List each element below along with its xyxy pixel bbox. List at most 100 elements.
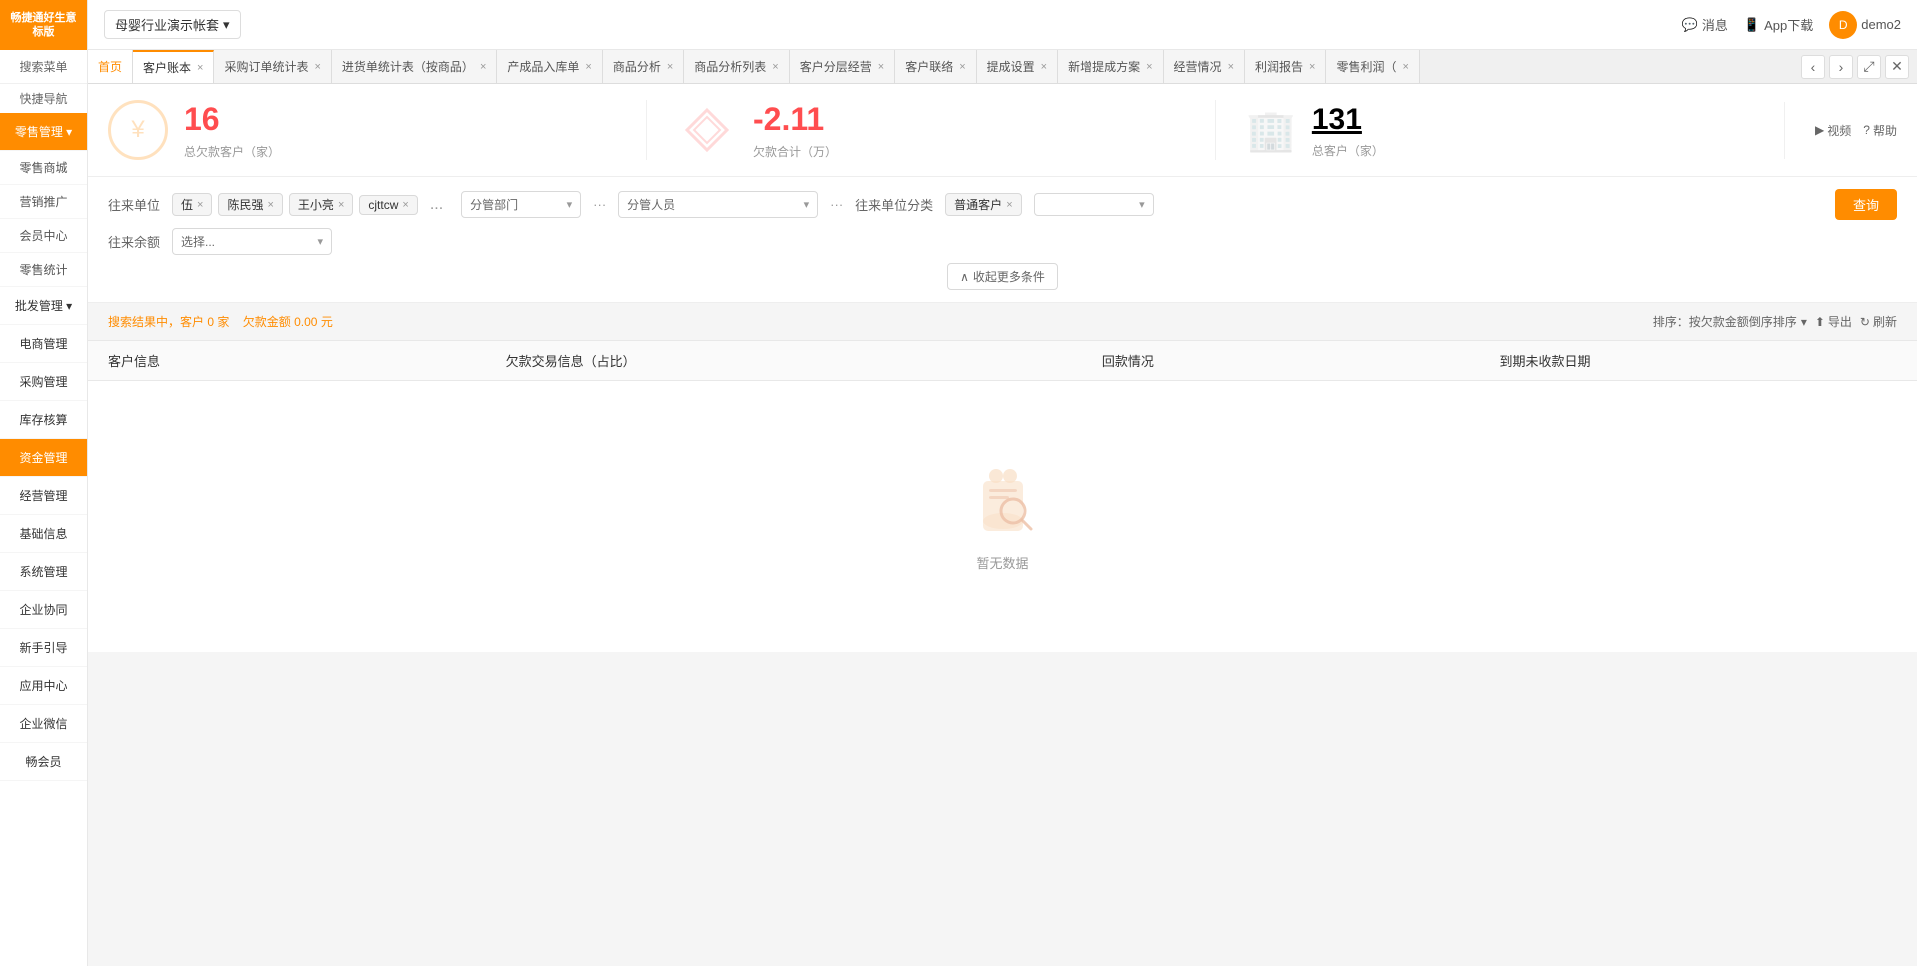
sidebar-item-enterprise-wechat[interactable]: 企业微信 <box>0 705 87 743</box>
table-header: 客户信息 欠款交易信息（占比） 回款情况 到期未收款日期 <box>88 341 1917 381</box>
refresh-icon: ↻ <box>1860 315 1870 329</box>
tab-customer-segment[interactable]: 客户分层经营 × <box>790 50 895 84</box>
close-icon[interactable]: × <box>878 61 884 73</box>
sidebar-item-membership[interactable]: 会员中心 <box>0 219 87 253</box>
tab-close-all[interactable]: ✕ <box>1885 55 1909 79</box>
sidebar-item-enterprise[interactable]: 企业协同 <box>0 591 87 629</box>
tab-customer-contact[interactable]: 客户联络 × <box>895 50 976 84</box>
filter-tags: 伍 × 陈民强 × 王小亮 × cjttcw × ... <box>172 193 449 216</box>
tab-scroll-left[interactable]: ‹ <box>1801 55 1825 79</box>
branch-person-more[interactable]: ··· <box>830 197 843 212</box>
balance-select[interactable]: 选择... ▾ <box>172 228 332 255</box>
tag-remove-normal[interactable]: × <box>1006 199 1012 211</box>
tab-label: 采购订单统计表 <box>224 58 308 75</box>
unit-category-dropdown[interactable]: ▾ <box>1034 193 1154 216</box>
close-icon[interactable]: × <box>959 61 965 73</box>
sidebar-item-retail-stats[interactable]: 零售统计 <box>0 253 87 287</box>
close-icon[interactable]: × <box>667 61 673 73</box>
sidebar-item-finance[interactable]: 资金管理 <box>0 439 87 477</box>
tab-product-analysis[interactable]: 商品分析 × <box>603 50 684 84</box>
close-icon[interactable]: × <box>585 61 591 73</box>
account-name: 母婴行业演示帐套 <box>115 15 219 34</box>
avatar: D <box>1829 11 1857 39</box>
sidebar-item-retail-mall[interactable]: 零售商城 <box>0 151 87 185</box>
sidebar-item-system[interactable]: 系统管理 <box>0 553 87 591</box>
filter-tag-normal-customer[interactable]: 普通客户 × <box>945 193 1021 216</box>
stat-customers: 🏢 131 总客户（家） <box>1246 102 1785 159</box>
sidebar-item-inventory[interactable]: 库存核算 <box>0 401 87 439</box>
close-icon[interactable]: × <box>314 61 320 73</box>
tab-scroll-right[interactable]: › <box>1829 55 1853 79</box>
account-selector[interactable]: 母婴行业演示帐套 ▾ <box>104 10 241 39</box>
collapse-icon: ∧ <box>960 270 969 284</box>
search-result-prefix: 搜索结果中，客户 <box>108 315 204 329</box>
tab-profit-report[interactable]: 利润报告 × <box>1245 50 1326 84</box>
tab-incoming-stats[interactable]: 进货单统计表（按商品） × <box>332 50 497 84</box>
tab-product-analysis-list[interactable]: 商品分析列表 × <box>684 50 789 84</box>
tab-operations-status[interactable]: 经营情况 × <box>1164 50 1245 84</box>
more-tags-btn[interactable]: ... <box>424 194 449 216</box>
tag-remove-chen[interactable]: × <box>267 199 273 211</box>
sidebar-item-member[interactable]: 畅会员 <box>0 743 87 781</box>
filter-tag-cjttcw[interactable]: cjttcw × <box>359 195 417 215</box>
branch-dept-more[interactable]: ··· <box>593 197 606 212</box>
close-icon[interactable]: × <box>1402 61 1408 73</box>
sidebar-item-marketing[interactable]: 营销推广 <box>0 185 87 219</box>
sort-select[interactable]: 排序：按欠款金额倒序排序 ▾ <box>1653 313 1807 330</box>
balance-placeholder: 选择... <box>181 233 215 250</box>
tag-remove-cjttcw[interactable]: × <box>402 199 408 211</box>
chevron-down-icon: ▾ <box>804 198 810 211</box>
tab-new-tips-plan[interactable]: 新增提成方案 × <box>1058 50 1163 84</box>
collapse-btn[interactable]: ∧ 收起更多条件 <box>947 263 1058 290</box>
close-icon[interactable]: × <box>197 62 203 74</box>
tab-label: 产成品入库单 <box>507 58 579 75</box>
stat-debt: -2.11 欠款合计（万） <box>677 100 1216 160</box>
close-icon[interactable]: × <box>480 61 486 73</box>
close-icon[interactable]: × <box>1228 61 1234 73</box>
total-customers-label: 总客户（家） <box>1312 142 1384 159</box>
tab-label: 经营情况 <box>1174 58 1222 75</box>
close-icon[interactable]: × <box>1309 61 1315 73</box>
video-btn[interactable]: ▶ 视频 <box>1815 122 1851 139</box>
sidebar-item-purchase[interactable]: 采购管理 <box>0 363 87 401</box>
refresh-btn[interactable]: ↻ 刷新 <box>1860 313 1897 330</box>
filter-tag-chen[interactable]: 陈民强 × <box>218 193 282 216</box>
sidebar-item-app-center[interactable]: 应用中心 <box>0 667 87 705</box>
help-icon: ? <box>1863 123 1870 137</box>
search-btn[interactable]: 查询 <box>1835 189 1897 220</box>
export-label: 导出 <box>1828 313 1852 330</box>
branch-dept-select[interactable]: 分管部门 ▾ <box>461 191 581 218</box>
filter-tag-wang[interactable]: 王小亮 × <box>289 193 353 216</box>
tab-purchase-order[interactable]: 采购订单统计表 × <box>214 50 331 84</box>
help-btn[interactable]: ? 帮助 <box>1863 122 1897 139</box>
tag-remove-wang[interactable]: × <box>338 199 344 211</box>
filter-tag-wu[interactable]: 伍 × <box>172 193 212 216</box>
close-icon[interactable]: × <box>1041 61 1047 73</box>
sidebar-item-retail-mgmt[interactable]: 零售管理 ▾ <box>0 113 87 151</box>
close-icon[interactable]: × <box>1146 61 1152 73</box>
tab-home[interactable]: 首页 <box>88 50 133 84</box>
total-debtors-value: 16 <box>184 100 280 138</box>
export-btn[interactable]: ⬆ 导出 <box>1815 313 1852 330</box>
tab-customer-accounts[interactable]: 客户账本 × <box>133 50 214 84</box>
sidebar-item-new-guide[interactable]: 新手引导 <box>0 629 87 667</box>
user-profile[interactable]: D demo2 <box>1829 11 1901 39</box>
sidebar-item-wholesale-mgmt[interactable]: 批发管理 ▾ <box>0 287 87 325</box>
message-btn[interactable]: 💬 消息 <box>1682 15 1728 34</box>
sidebar-item-basic-info[interactable]: 基础信息 <box>0 515 87 553</box>
tab-retail-profit[interactable]: 零售利润（ × <box>1326 50 1419 84</box>
tab-tips-settings[interactable]: 提成设置 × <box>977 50 1058 84</box>
tab-cost-entry[interactable]: 产成品入库单 × <box>497 50 602 84</box>
close-icon[interactable]: × <box>772 61 778 73</box>
sidebar-search[interactable]: 搜索菜单 <box>0 50 87 84</box>
branch-person-select[interactable]: 分管人员 ▾ <box>618 191 818 218</box>
tab-maximize[interactable]: ⤢ <box>1857 55 1881 79</box>
stat-customers-info: 131 总客户（家） <box>1312 102 1384 159</box>
sidebar-item-operations[interactable]: 经营管理 <box>0 477 87 515</box>
collapse-label: 收起更多条件 <box>973 268 1045 285</box>
tag-remove-wu[interactable]: × <box>197 199 203 211</box>
tab-label: 客户联络 <box>905 58 953 75</box>
quick-nav[interactable]: 快捷导航 <box>0 84 87 113</box>
app-download-btn[interactable]: 📱 App下载 <box>1744 15 1813 34</box>
sidebar-item-ecommerce[interactable]: 电商管理 <box>0 325 87 363</box>
